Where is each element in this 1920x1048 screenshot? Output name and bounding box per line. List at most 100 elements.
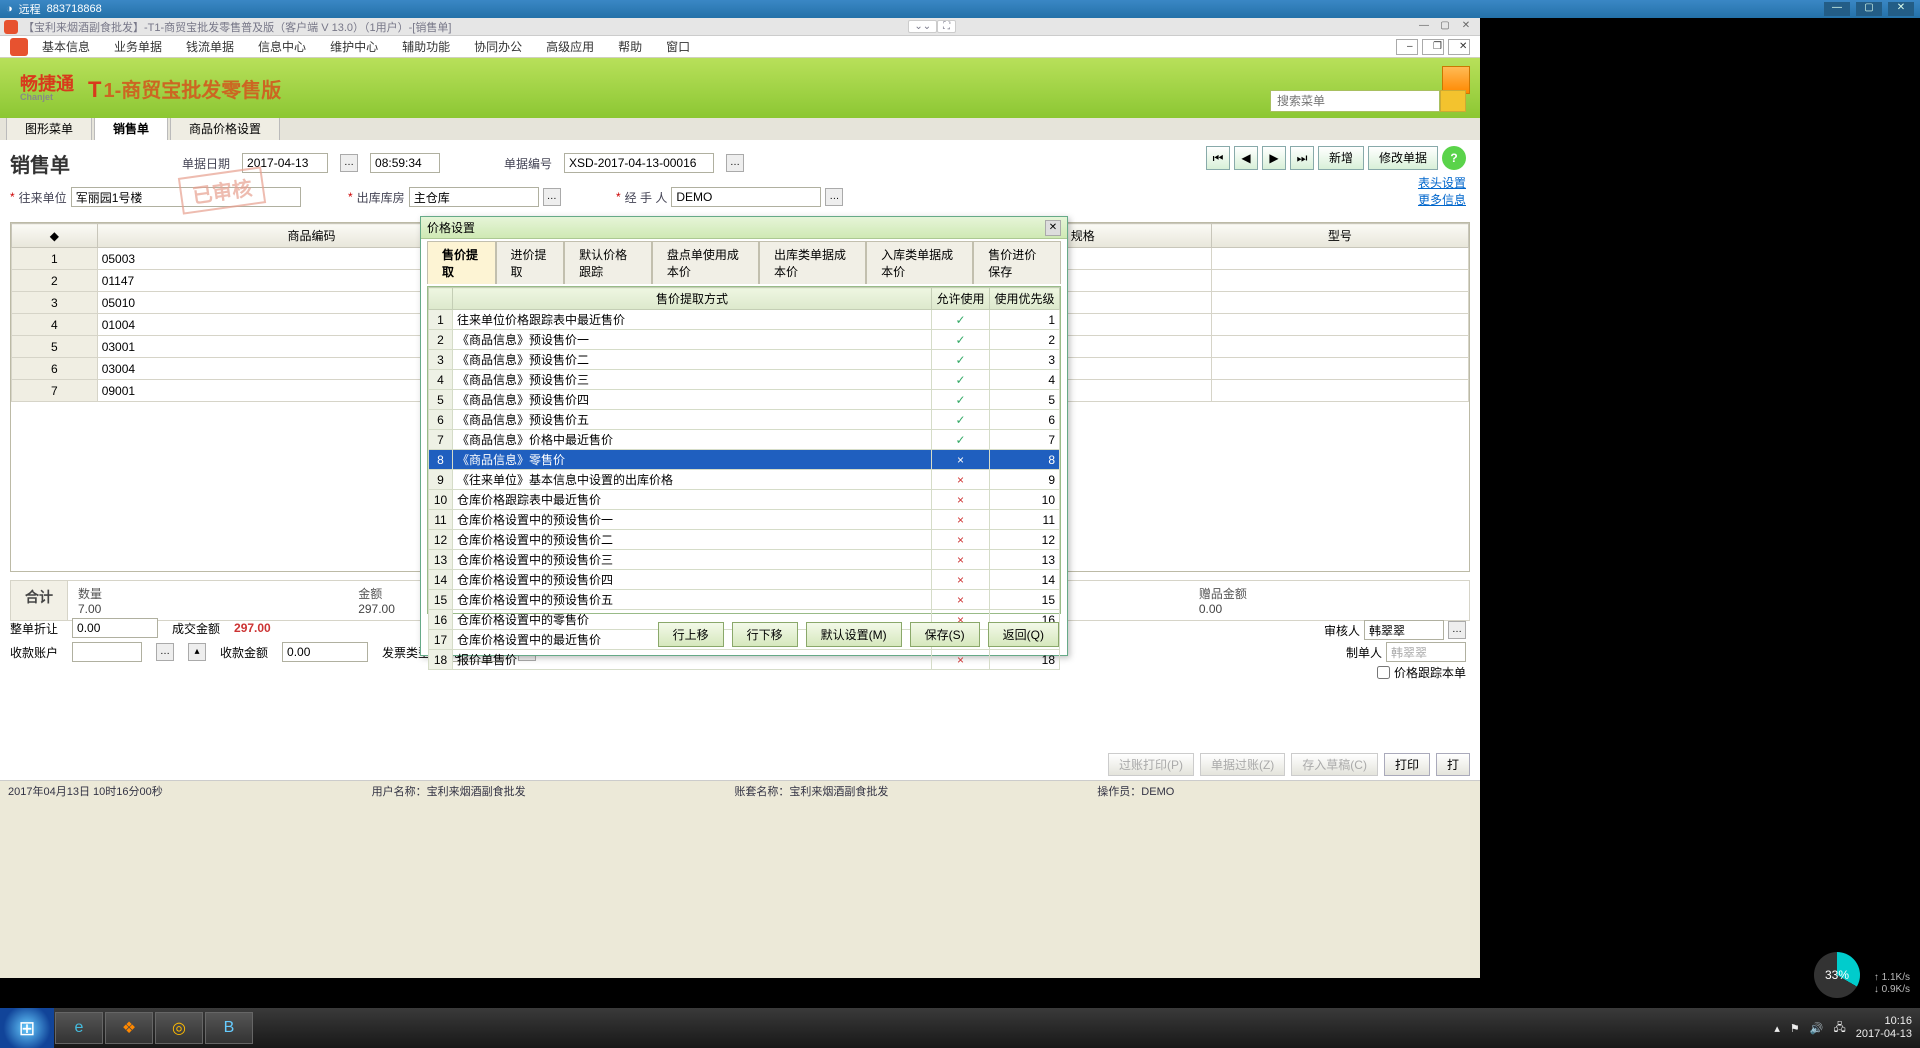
default-button[interactable]: 默认设置(M): [806, 622, 902, 647]
dialog-tab-stockcheck[interactable]: 盘点单使用成本价: [652, 241, 759, 284]
menu-adv[interactable]: 高级应用: [536, 38, 604, 55]
dialog-row[interactable]: 11仓库价格设置中的预设售价一×11: [429, 510, 1060, 530]
nav-prev[interactable]: ◀: [1234, 146, 1258, 170]
menu-window[interactable]: 窗口: [656, 38, 700, 55]
save-button[interactable]: 保存(S): [910, 622, 980, 647]
menu-info[interactable]: 信息中心: [248, 38, 316, 55]
price-track-checkbox[interactable]: [1377, 666, 1390, 679]
dialog-row[interactable]: 9《往来单位》基本信息中设置的出库价格×9: [429, 470, 1060, 490]
taskbar-app3-icon[interactable]: B: [205, 1012, 253, 1044]
dialog-row[interactable]: 12仓库价格设置中的预设售价二×12: [429, 530, 1060, 550]
more-info-link[interactable]: 更多信息: [1418, 191, 1466, 208]
header-settings-link[interactable]: 表头设置: [1418, 174, 1466, 191]
dialog-tab-save[interactable]: 售价进价保存: [973, 241, 1061, 284]
dialog-tab-buy[interactable]: 进价提取: [496, 241, 565, 284]
dialog-row[interactable]: 3《商品信息》预设售价二✓3: [429, 350, 1060, 370]
recv-input[interactable]: 0.00: [282, 642, 368, 662]
dialog-tab-outcost[interactable]: 出库类单据成本价: [759, 241, 866, 284]
dialog-row[interactable]: 1往来单位价格跟踪表中最近售价✓1: [429, 310, 1060, 330]
app-close[interactable]: ✕: [1456, 20, 1476, 34]
dialog-grid[interactable]: 售价提取方式 允许使用 使用优先级 1往来单位价格跟踪表中最近售价✓12《商品信…: [427, 286, 1061, 614]
search-icon[interactable]: [1440, 90, 1466, 112]
post-button[interactable]: 单据过账(Z): [1200, 753, 1285, 776]
dialog-tab-default-track[interactable]: 默认价格跟踪: [564, 241, 652, 284]
edit-button[interactable]: 修改单据: [1368, 146, 1438, 170]
tab-price-setting[interactable]: 商品价格设置: [170, 116, 280, 140]
handler-picker[interactable]: …: [825, 188, 843, 206]
dialog-row[interactable]: 5《商品信息》预设售价四✓5: [429, 390, 1060, 410]
mdi-min[interactable]: –: [1396, 39, 1418, 55]
col-model[interactable]: 型号: [1211, 224, 1468, 248]
account-input[interactable]: [72, 642, 142, 662]
nav-next[interactable]: ▶: [1262, 146, 1286, 170]
doc-no-picker[interactable]: …: [726, 154, 744, 172]
dialog-row[interactable]: 14仓库价格设置中的预设售价四×14: [429, 570, 1060, 590]
dialog-row[interactable]: 8《商品信息》零售价×8: [429, 450, 1060, 470]
auditor-input[interactable]: 韩翠翠: [1364, 620, 1444, 640]
menu-assist[interactable]: 辅助功能: [392, 38, 460, 55]
account-picker[interactable]: …: [156, 643, 174, 661]
date-picker-button[interactable]: …: [340, 154, 358, 172]
dialog-close[interactable]: ✕: [1045, 220, 1061, 236]
post-print-button[interactable]: 过账打印(P): [1108, 753, 1194, 776]
remote-icon: ◑: [6, 3, 13, 15]
draft-button[interactable]: 存入草稿(C): [1291, 753, 1378, 776]
menu-coop[interactable]: 协同办公: [464, 38, 532, 55]
remote-min[interactable]: —: [1824, 2, 1850, 16]
dialog-row[interactable]: 10仓库价格跟踪表中最近售价×10: [429, 490, 1060, 510]
tray-network-icon[interactable]: 🖧: [1833, 1019, 1845, 1038]
menu-help[interactable]: 帮助: [608, 38, 652, 55]
tray-up-icon[interactable]: ▴: [1774, 1022, 1780, 1035]
app-min[interactable]: —: [1414, 20, 1434, 34]
row-up-button[interactable]: 行上移: [658, 622, 724, 647]
expand-icon[interactable]: ⛶: [937, 20, 956, 33]
dialog-tab-sell[interactable]: 售价提取: [427, 241, 496, 284]
dialog-row[interactable]: 15仓库价格设置中的预设售价五×15: [429, 590, 1060, 610]
tab-graph-menu[interactable]: 图形菜单: [6, 116, 92, 140]
warehouse-picker[interactable]: …: [543, 188, 561, 206]
taskbar-app2-icon[interactable]: ◎: [155, 1012, 203, 1044]
remote-close[interactable]: ✕: [1888, 2, 1914, 16]
auditor-picker[interactable]: …: [1448, 621, 1466, 639]
system-monitor-widget[interactable]: 33%: [1814, 952, 1860, 998]
account-up-icon[interactable]: ▴: [188, 643, 206, 661]
dialog-row[interactable]: 2《商品信息》预设售价一✓2: [429, 330, 1060, 350]
row-down-button[interactable]: 行下移: [732, 622, 798, 647]
warehouse-input[interactable]: 主仓库: [409, 187, 539, 207]
handler-input[interactable]: DEMO: [671, 187, 821, 207]
totaldisc-input[interactable]: 0.00: [72, 618, 158, 638]
dialog-row[interactable]: 6《商品信息》预设售价五✓6: [429, 410, 1060, 430]
tray-clock[interactable]: 10:16 2017-04-13: [1856, 1015, 1912, 1040]
menu-money[interactable]: 钱流单据: [176, 38, 244, 55]
remote-max[interactable]: ▢: [1856, 2, 1882, 16]
dialog-row[interactable]: 4《商品信息》预设售价三✓4: [429, 370, 1060, 390]
menu-biz[interactable]: 业务单据: [104, 38, 172, 55]
dialog-row[interactable]: 7《商品信息》价格中最近售价✓7: [429, 430, 1060, 450]
new-button[interactable]: 新增: [1318, 146, 1364, 170]
system-tray[interactable]: ▴ ⚑ 🔊 🖧 10:16 2017-04-13: [1774, 1015, 1920, 1040]
tray-flag-icon[interactable]: ⚑: [1790, 1022, 1800, 1035]
tray-volume-icon[interactable]: 🔊: [1810, 1022, 1824, 1035]
menu-search-input[interactable]: [1270, 90, 1440, 112]
menu-maint[interactable]: 维护中心: [320, 38, 388, 55]
taskbar-ie-icon[interactable]: e: [55, 1012, 103, 1044]
nav-first[interactable]: ⏮: [1206, 146, 1230, 170]
tab-sales[interactable]: 销售单: [94, 116, 168, 140]
nav-last[interactable]: ⏭: [1290, 146, 1314, 170]
print-menu-button[interactable]: 打: [1436, 753, 1470, 776]
print-button[interactable]: 打印: [1384, 753, 1430, 776]
back-button[interactable]: 返回(Q): [988, 622, 1059, 647]
doc-no-input[interactable]: XSD-2017-04-13-00016: [564, 153, 714, 173]
taskbar-app1-icon[interactable]: ❖: [105, 1012, 153, 1044]
mdi-close[interactable]: ✕: [1448, 39, 1470, 55]
net-up: 1.1K/s: [1882, 972, 1910, 983]
time-input[interactable]: 08:59:34: [370, 153, 440, 173]
mdi-restore[interactable]: ❐: [1422, 39, 1444, 55]
app-max[interactable]: ▢: [1435, 20, 1455, 34]
dialog-tab-incost[interactable]: 入库类单据成本价: [866, 241, 973, 284]
chevron-down-icon[interactable]: ⌄⌄: [908, 20, 937, 33]
help-icon[interactable]: ?: [1442, 146, 1466, 170]
dialog-row[interactable]: 13仓库价格设置中的预设售价三×13: [429, 550, 1060, 570]
menu-basic[interactable]: 基本信息: [32, 38, 100, 55]
start-button[interactable]: ⊞: [0, 1008, 54, 1048]
